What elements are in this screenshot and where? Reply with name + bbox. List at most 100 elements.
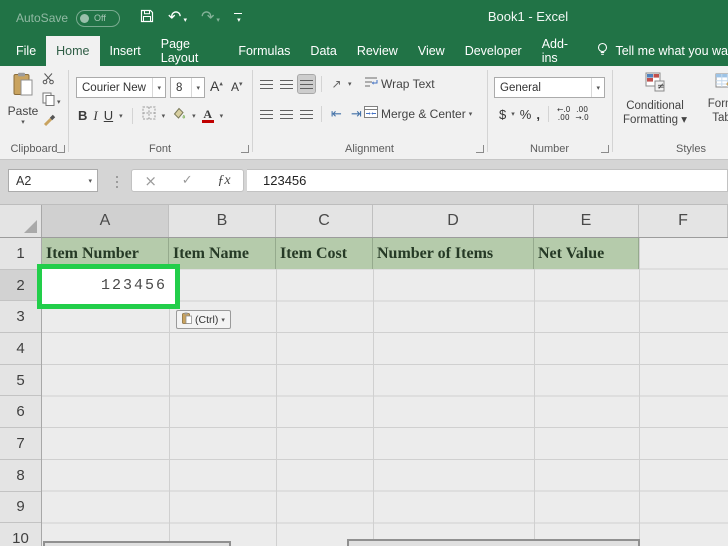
tab-insert[interactable]: Insert (100, 36, 151, 66)
customize-quick-access-toolbar-icon[interactable]: ▾ (233, 12, 242, 24)
increase-decimal-button[interactable]: ←.0.00 (557, 106, 570, 122)
row-header-7[interactable]: 7 (0, 428, 41, 460)
paste-label: Paste (7, 104, 39, 118)
alignment-group: ↗ ▾ ⇤ ⇥ Wrap Text Merge & Center ▾ Align… (252, 66, 487, 160)
cell-c1[interactable]: Item Cost (276, 238, 373, 269)
tab-home[interactable]: Home (46, 36, 100, 66)
font-name-select[interactable]: Courier New ▾ (76, 77, 166, 98)
formula-input[interactable]: 123456 (247, 169, 728, 192)
font-color-indicator (201, 119, 214, 123)
row-header-1[interactable]: 1 (0, 238, 41, 270)
comma-format-button[interactable]: , (536, 107, 540, 122)
column-header-a[interactable]: A (42, 205, 169, 237)
tab-developer[interactable]: Developer (455, 36, 532, 66)
window-title: Book1 - Excel (487, 9, 569, 24)
clipboard-dialog-launcher[interactable] (57, 145, 65, 153)
tell-me-box[interactable]: Tell me what you wa (596, 36, 728, 66)
undo-button[interactable]: ↶ ▾ (168, 9, 187, 27)
tab-formulas[interactable]: Formulas (228, 36, 300, 66)
row-header-6[interactable]: 6 (0, 396, 41, 429)
cell-d1[interactable]: Number of Items (373, 238, 534, 269)
formula-bar-row: A2 ▾ × ✓ ƒx 123456 (0, 160, 728, 205)
name-box[interactable]: A2 ▾ (8, 169, 98, 192)
bottom-align-button[interactable] (297, 74, 316, 94)
column-header-e[interactable]: E (534, 205, 639, 237)
format-as-table-button[interactable]: Format Table (696, 72, 728, 125)
wrap-text-button[interactable]: Wrap Text (364, 74, 472, 94)
number-dialog-launcher[interactable] (601, 145, 609, 153)
increase-indent-button[interactable]: ⇥ (348, 105, 365, 123)
row-header-3[interactable]: 3 (0, 301, 41, 334)
orientation-dropdown-icon[interactable]: ▾ (348, 80, 352, 88)
bold-button[interactable]: B (78, 108, 87, 123)
row-header-9[interactable]: 9 (0, 492, 41, 524)
cancel-icon[interactable]: × (144, 172, 157, 190)
cell-e1[interactable]: Net Value (534, 238, 639, 269)
tab-page-layout[interactable]: Page Layout (151, 36, 229, 66)
column-header-c[interactable]: C (276, 205, 373, 237)
italic-button[interactable]: I (93, 108, 97, 124)
top-align-button[interactable] (258, 75, 275, 93)
increase-font-size-button[interactable]: A▴ (210, 78, 223, 94)
row-header-5[interactable]: 5 (0, 365, 41, 397)
font-size-select[interactable]: 8 ▾ (170, 77, 205, 98)
redo-button[interactable]: ↷ ▾ (201, 9, 220, 27)
row-header-4[interactable]: 4 (0, 333, 41, 365)
enter-icon[interactable]: ✓ (182, 173, 193, 188)
font-color-dropdown-icon[interactable]: ▾ (220, 112, 224, 120)
decrease-font-size-button[interactable]: A▾ (231, 80, 243, 94)
lightbulb-icon (596, 42, 609, 60)
number-format-select[interactable]: General ▾ (494, 77, 605, 98)
column-header-b[interactable]: B (169, 205, 276, 237)
copy-button[interactable]: ▾ (42, 92, 61, 110)
paste-button[interactable]: Paste ▾ (4, 72, 42, 144)
align-left-button[interactable] (258, 105, 275, 123)
row-header-8[interactable]: 8 (0, 460, 41, 492)
borders-dropdown-icon[interactable]: ▾ (162, 112, 166, 120)
fill-color-button[interactable] (171, 107, 186, 125)
underline-dropdown-icon[interactable]: ▾ (119, 112, 123, 120)
orientation-button[interactable]: ↗ (328, 75, 345, 93)
currency-dropdown-icon[interactable]: ▾ (511, 110, 515, 118)
merge-center-button[interactable]: Merge & Center ▾ (364, 104, 472, 124)
format-painter-button[interactable] (42, 114, 56, 131)
middle-align-button[interactable] (278, 75, 295, 93)
font-color-button[interactable]: A (201, 108, 214, 123)
row-header-2[interactable]: 2 (0, 269, 41, 302)
decrease-indent-button[interactable]: ⇤ (328, 105, 345, 123)
align-right-button[interactable] (298, 105, 315, 123)
paste-options-dropdown-icon: ▾ (221, 315, 225, 324)
insert-function-icon[interactable]: ƒx (217, 173, 230, 189)
row-header-10[interactable]: 10 (0, 523, 41, 546)
select-all-button[interactable] (0, 205, 42, 237)
tab-review[interactable]: Review (347, 36, 408, 66)
selected-cell-a2[interactable]: 123456 (37, 264, 180, 309)
formula-bar-drag-handle[interactable] (116, 176, 118, 178)
conditional-formatting-button[interactable]: ≠ Conditional Formatting ▾ (614, 72, 696, 127)
cut-button[interactable] (42, 72, 55, 89)
paste-options-button[interactable]: (Ctrl) ▾ (176, 310, 231, 329)
toggle-knob-icon (80, 13, 90, 23)
tab-add-ins[interactable]: Add-ins (532, 36, 587, 66)
column-header-f[interactable]: F (639, 205, 728, 237)
borders-button[interactable] (142, 106, 156, 125)
autosave-toggle[interactable]: Off (76, 9, 121, 27)
alignment-dialog-launcher[interactable] (476, 145, 484, 153)
tab-data[interactable]: Data (300, 36, 346, 66)
tab-file[interactable]: File (6, 36, 46, 66)
font-group-label: Font (148, 143, 171, 155)
underline-button[interactable]: U (104, 108, 113, 123)
currency-format-button[interactable]: $ (499, 107, 506, 122)
cropped-overlay-fragment (347, 539, 640, 546)
save-icon[interactable] (140, 9, 154, 28)
align-center-button[interactable] (278, 105, 295, 123)
cell-b1[interactable]: Item Name (169, 238, 276, 269)
svg-text:≠: ≠ (657, 82, 665, 92)
decrease-decimal-button[interactable]: .00 →.0 (575, 106, 588, 122)
tab-view[interactable]: View (408, 36, 455, 66)
font-dialog-launcher[interactable] (241, 145, 249, 153)
column-header-d[interactable]: D (373, 205, 534, 237)
percent-format-button[interactable]: % (520, 107, 532, 122)
paste-options-clipboard-icon (182, 312, 192, 327)
fill-color-dropdown-icon[interactable]: ▾ (192, 112, 196, 120)
